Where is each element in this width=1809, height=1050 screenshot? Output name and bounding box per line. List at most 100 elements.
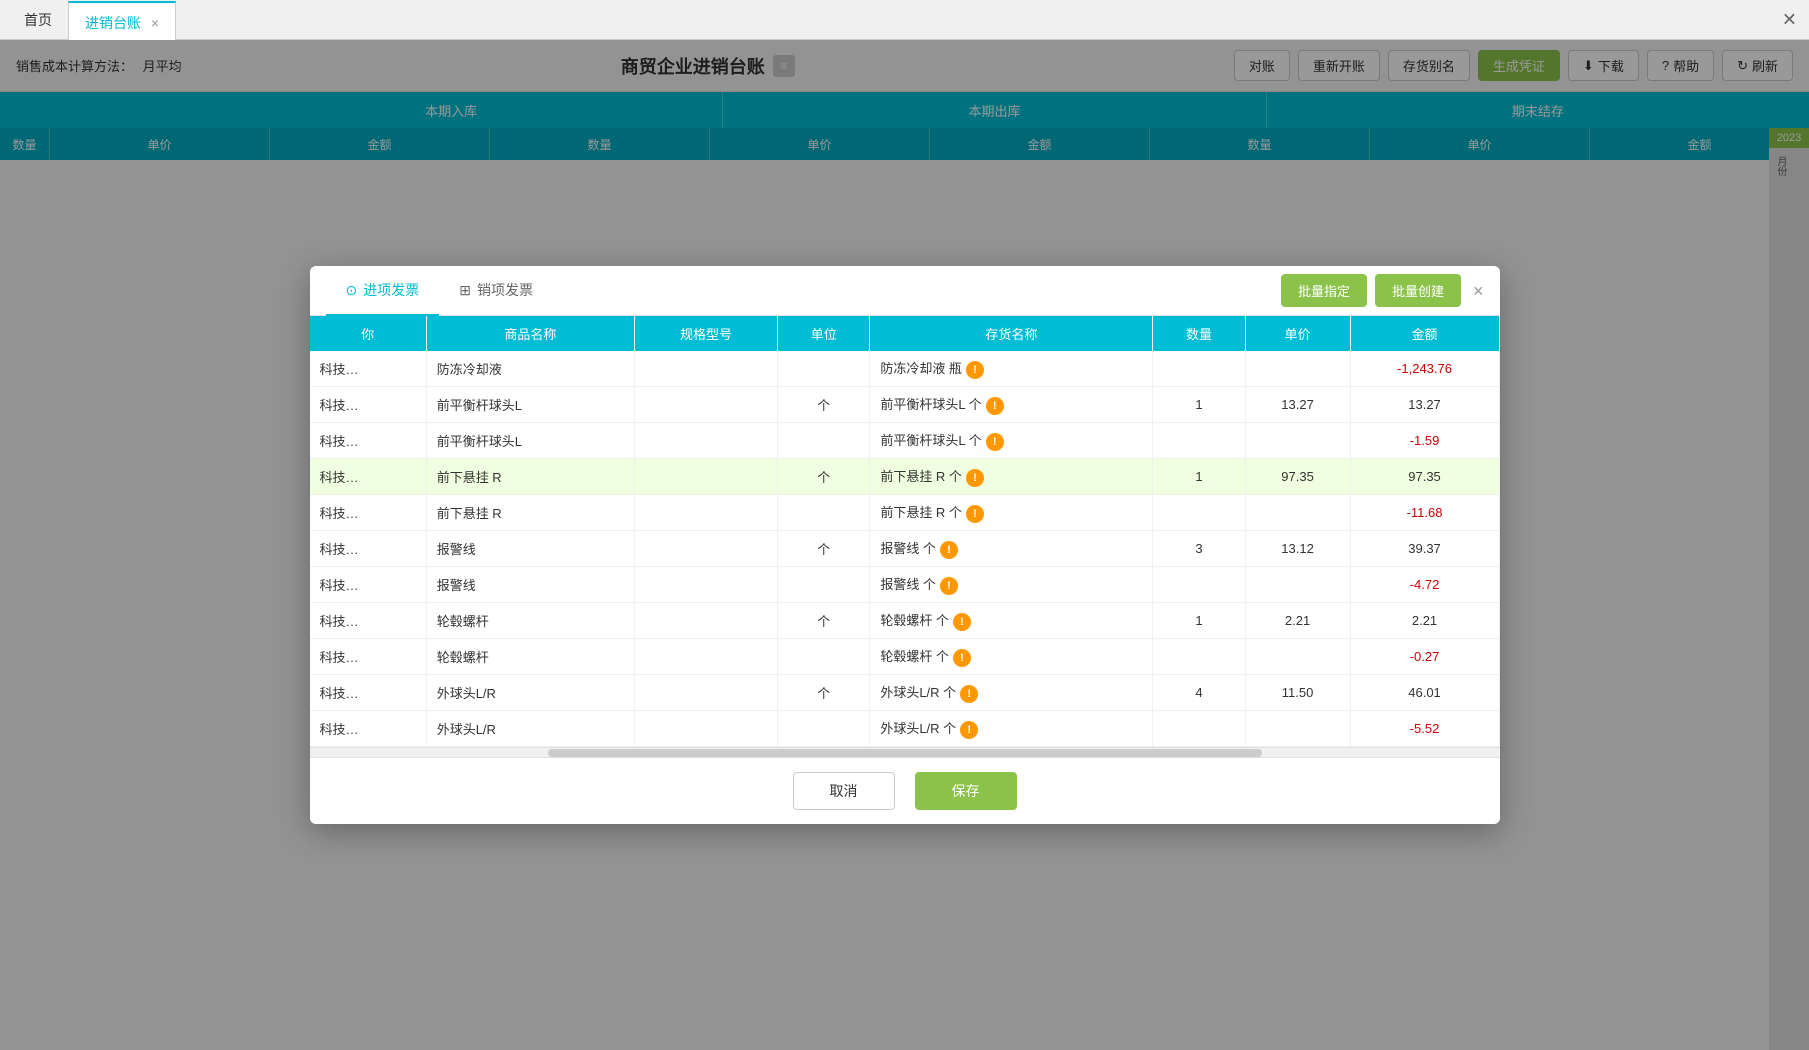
col-header-product-name: 商品名称 bbox=[426, 316, 634, 351]
col-header-unit-price: 单价 bbox=[1245, 316, 1350, 351]
cell-supplier: 科技… bbox=[310, 675, 427, 711]
batch-create-button[interactable]: 批量创建 bbox=[1375, 274, 1461, 307]
cell-spec bbox=[634, 603, 777, 639]
cell-quantity bbox=[1153, 639, 1245, 675]
warning-icon: ! bbox=[940, 541, 958, 559]
cell-unit: 个 bbox=[778, 675, 870, 711]
cell-amount: -1,243.76 bbox=[1350, 351, 1499, 387]
batch-assign-button[interactable]: 批量指定 bbox=[1281, 274, 1367, 307]
cell-unit bbox=[778, 351, 870, 387]
cell-product-name: 轮毂螺杆 bbox=[426, 603, 634, 639]
table-row: 科技…前平衡杆球头L前平衡杆球头L 个!-1.59 bbox=[310, 423, 1500, 459]
cell-product-name: 外球头L/R bbox=[426, 675, 634, 711]
cell-spec bbox=[634, 711, 777, 747]
warning-icon: ! bbox=[966, 361, 984, 379]
modal-header-actions: 批量指定 批量创建 bbox=[1281, 274, 1461, 307]
cell-stock-name: 轮毂螺杆 个! bbox=[870, 639, 1153, 675]
cell-supplier: 科技… bbox=[310, 351, 427, 387]
cancel-button[interactable]: 取消 bbox=[793, 772, 895, 810]
cell-spec bbox=[634, 495, 777, 531]
col-header-amount: 金额 bbox=[1350, 316, 1499, 351]
save-button[interactable]: 保存 bbox=[915, 772, 1017, 810]
cell-amount: 97.35 bbox=[1350, 459, 1499, 495]
tab-close-icon[interactable]: × bbox=[151, 15, 159, 31]
warning-icon: ! bbox=[953, 649, 971, 667]
table-row: 科技…轮毂螺杆个轮毂螺杆 个!12.212.21 bbox=[310, 603, 1500, 639]
cell-stock-name: 报警线 个! bbox=[870, 531, 1153, 567]
sales-icon: ⊞ bbox=[459, 266, 471, 315]
cell-quantity bbox=[1153, 495, 1245, 531]
cell-unit bbox=[778, 495, 870, 531]
tab-bar: 首页 进销台账 × ✕ bbox=[0, 0, 1809, 40]
cell-spec bbox=[634, 567, 777, 603]
modal-close-button[interactable]: × bbox=[1473, 282, 1484, 300]
tab-ledger[interactable]: 进销台账 × bbox=[68, 1, 176, 41]
cell-stock-name: 前下悬挂 R 个! bbox=[870, 495, 1153, 531]
col-header-spec: 规格型号 bbox=[634, 316, 777, 351]
cell-spec bbox=[634, 639, 777, 675]
cell-quantity: 4 bbox=[1153, 675, 1245, 711]
table-row: 科技…外球头L/R外球头L/R 个!-5.52 bbox=[310, 711, 1500, 747]
col-header-unit: 单位 bbox=[778, 316, 870, 351]
cell-unit: 个 bbox=[778, 459, 870, 495]
cell-amount: 13.27 bbox=[1350, 387, 1499, 423]
cell-unit-price: 13.27 bbox=[1245, 387, 1350, 423]
cell-unit-price: 97.35 bbox=[1245, 459, 1350, 495]
table-row: 科技…前下悬挂 R个前下悬挂 R 个!197.3597.35 bbox=[310, 459, 1500, 495]
cell-supplier: 科技… bbox=[310, 423, 427, 459]
cell-amount: -4.72 bbox=[1350, 567, 1499, 603]
table-header-row: 你 商品名称 规格型号 单位 存货名称 数量 单价 金额 bbox=[310, 316, 1500, 351]
modal-footer: 取消 保存 bbox=[310, 757, 1500, 824]
cell-stock-name: 外球头L/R 个! bbox=[870, 675, 1153, 711]
cell-supplier: 科技… bbox=[310, 639, 427, 675]
cell-quantity bbox=[1153, 351, 1245, 387]
window-close-button[interactable]: ✕ bbox=[1782, 9, 1797, 30]
cell-product-name: 防冻冷却液 bbox=[426, 351, 634, 387]
col-header-quantity: 数量 bbox=[1153, 316, 1245, 351]
cell-spec bbox=[634, 351, 777, 387]
cell-product-name: 前平衡杆球头L bbox=[426, 387, 634, 423]
cell-spec bbox=[634, 459, 777, 495]
cell-amount: -11.68 bbox=[1350, 495, 1499, 531]
cell-supplier: 科技… bbox=[310, 603, 427, 639]
tab-home[interactable]: 首页 bbox=[8, 0, 68, 40]
table-scrollbar[interactable] bbox=[310, 747, 1500, 757]
cell-unit-price bbox=[1245, 351, 1350, 387]
warning-icon: ! bbox=[953, 613, 971, 631]
cell-unit bbox=[778, 423, 870, 459]
purchase-icon: ⊙ bbox=[346, 266, 358, 315]
table-row: 科技…防冻冷却液防冻冷却液 瓶!-1,243.76 bbox=[310, 351, 1500, 387]
cell-unit-price bbox=[1245, 567, 1350, 603]
cell-supplier: 科技… bbox=[310, 387, 427, 423]
cell-product-name: 前平衡杆球头L bbox=[426, 423, 634, 459]
cell-stock-name: 外球头L/R 个! bbox=[870, 711, 1153, 747]
cell-unit: 个 bbox=[778, 531, 870, 567]
cell-quantity: 1 bbox=[1153, 603, 1245, 639]
cell-supplier: 科技… bbox=[310, 531, 427, 567]
cell-supplier: 科技… bbox=[310, 459, 427, 495]
cell-product-name: 前下悬挂 R bbox=[426, 495, 634, 531]
cell-quantity bbox=[1153, 711, 1245, 747]
cell-unit-price: 11.50 bbox=[1245, 675, 1350, 711]
cell-unit: 个 bbox=[778, 387, 870, 423]
cell-unit-price: 2.21 bbox=[1245, 603, 1350, 639]
cell-supplier: 科技… bbox=[310, 567, 427, 603]
cell-amount: 39.37 bbox=[1350, 531, 1499, 567]
cell-unit: 个 bbox=[778, 603, 870, 639]
invoice-table: 你 商品名称 规格型号 单位 存货名称 数量 单价 金额 科技…防冻冷却液防冻冷… bbox=[310, 316, 1500, 747]
table-row: 科技…前下悬挂 R前下悬挂 R 个!-11.68 bbox=[310, 495, 1500, 531]
modal-table-wrap[interactable]: 你 商品名称 规格型号 单位 存货名称 数量 单价 金额 科技…防冻冷却液防冻冷… bbox=[310, 316, 1500, 747]
cell-quantity: 1 bbox=[1153, 387, 1245, 423]
warning-icon: ! bbox=[966, 469, 984, 487]
cell-product-name: 前下悬挂 R bbox=[426, 459, 634, 495]
cell-unit-price bbox=[1245, 711, 1350, 747]
cell-unit bbox=[778, 711, 870, 747]
table-row: 科技…报警线报警线 个!-4.72 bbox=[310, 567, 1500, 603]
tab-sales-invoice[interactable]: ⊞ 销项发票 bbox=[439, 266, 553, 316]
cell-quantity: 1 bbox=[1153, 459, 1245, 495]
cell-stock-name: 前下悬挂 R 个! bbox=[870, 459, 1153, 495]
modal-overlay: ⊙ 进项发票 ⊞ 销项发票 批量指定 批量创建 × bbox=[0, 40, 1809, 1050]
tab-purchase-invoice[interactable]: ⊙ 进项发票 bbox=[326, 266, 440, 316]
col-header-stock-name: 存货名称 bbox=[870, 316, 1153, 351]
cell-product-name: 外球头L/R bbox=[426, 711, 634, 747]
